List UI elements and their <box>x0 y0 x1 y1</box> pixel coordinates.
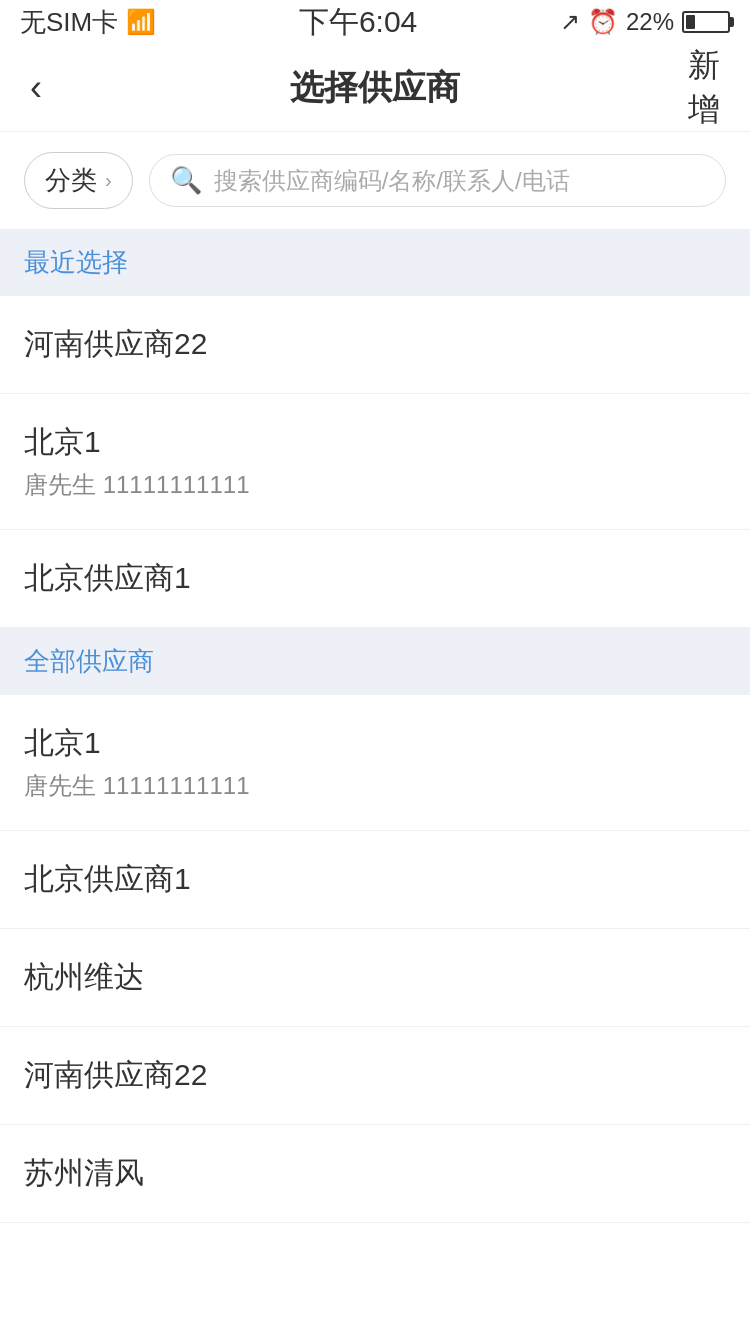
wifi-icon: 📶 <box>126 8 156 36</box>
list-item-a4[interactable]: 河南供应商22 <box>0 1027 750 1125</box>
nav-bar: ‹ 选择供应商 新增 <box>0 44 750 132</box>
battery-container <box>682 11 730 33</box>
item-name: 北京供应商1 <box>24 558 726 599</box>
section-header-all: 全部供应商 <box>0 628 750 695</box>
search-icon: 🔍 <box>170 165 202 196</box>
list-item-a1[interactable]: 北京1 唐先生 11111111111 <box>0 695 750 831</box>
item-name: 北京1 <box>24 422 726 463</box>
list-item-a3[interactable]: 杭州维达 <box>0 929 750 1027</box>
status-bar: 无SIM卡 📶 下午6:04 ↗ ⏰ 22% <box>0 0 750 44</box>
list-item-r2[interactable]: 北京1 唐先生 11111111111 <box>0 394 750 530</box>
category-button[interactable]: 分类 › <box>24 152 133 209</box>
filter-bar: 分类 › 🔍 <box>0 132 750 229</box>
item-sub: 唐先生 11111111111 <box>24 770 726 802</box>
location-icon: ↗ <box>560 8 580 36</box>
item-name: 北京1 <box>24 723 726 764</box>
battery-icon <box>682 11 730 33</box>
list-item-r1[interactable]: 河南供应商22 <box>0 296 750 394</box>
category-label: 分类 <box>45 163 97 198</box>
status-left: 无SIM卡 📶 <box>20 5 156 40</box>
list-item-a2[interactable]: 北京供应商1 <box>0 831 750 929</box>
search-box: 🔍 <box>149 154 726 207</box>
alarm-icon: ⏰ <box>588 8 618 36</box>
item-sub: 唐先生 11111111111 <box>24 469 726 501</box>
status-right: ↗ ⏰ 22% <box>560 8 730 36</box>
chevron-right-icon: › <box>105 169 112 192</box>
back-button[interactable]: ‹ <box>30 67 90 109</box>
item-name: 河南供应商22 <box>24 324 726 365</box>
item-name: 北京供应商1 <box>24 859 726 900</box>
battery-percent: 22% <box>626 8 674 36</box>
carrier-label: 无SIM卡 <box>20 5 118 40</box>
section-header-recent: 最近选择 <box>0 229 750 296</box>
list-item-r3[interactable]: 北京供应商1 <box>0 530 750 628</box>
page-title: 选择供应商 <box>290 65 460 111</box>
add-button[interactable]: 新增 <box>660 44 720 132</box>
item-name: 苏州清风 <box>24 1153 726 1194</box>
item-name: 河南供应商22 <box>24 1055 726 1096</box>
battery-fill <box>686 15 695 29</box>
status-time: 下午6:04 <box>299 2 417 43</box>
list-item-a5[interactable]: 苏州清风 <box>0 1125 750 1223</box>
search-input[interactable] <box>214 167 705 195</box>
item-name: 杭州维达 <box>24 957 726 998</box>
supplier-list: 最近选择河南供应商22 北京1 唐先生 11111111111 北京供应商1 全部供应商… <box>0 229 750 1223</box>
